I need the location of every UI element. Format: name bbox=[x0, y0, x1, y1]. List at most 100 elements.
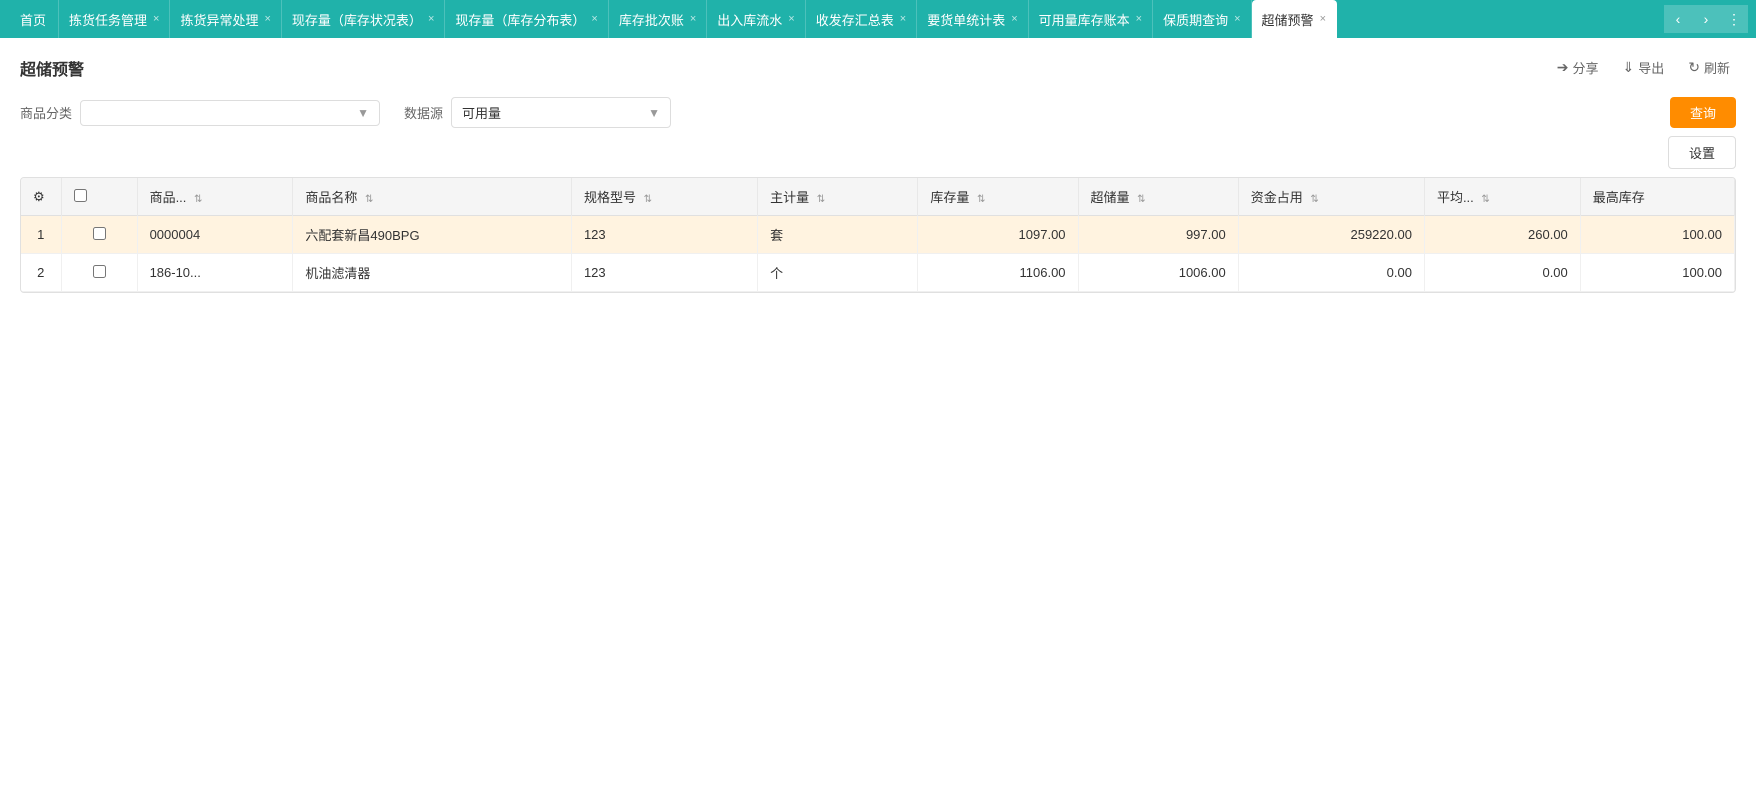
datasource-value: 可用量 bbox=[462, 103, 501, 122]
row-avg-1: 0.00 bbox=[1424, 254, 1580, 292]
row-capital-0: 259220.00 bbox=[1238, 216, 1424, 254]
close-tab-7[interactable]: × bbox=[1011, 13, 1017, 25]
sort-icon-product-name: ⇅ bbox=[365, 194, 373, 205]
row-capital-1: 0.00 bbox=[1238, 254, 1424, 292]
row-num-1: 2 bbox=[21, 254, 61, 292]
nav-tab-0[interactable]: 拣货任务管理 × bbox=[59, 0, 170, 38]
row-num-0: 1 bbox=[21, 216, 61, 254]
row-max-stock-0: 100.00 bbox=[1580, 216, 1734, 254]
category-select[interactable]: ▼ bbox=[80, 100, 380, 126]
nav-tab-9[interactable]: 保质期查询 × bbox=[1153, 0, 1251, 38]
row-avg-0: 260.00 bbox=[1424, 216, 1580, 254]
nav-home[interactable]: 首页 bbox=[8, 0, 59, 38]
page-container: 超储预警 ➔ 分享 ⇓ 导出 ↻ 刷新 商品分类 ▼ bbox=[0, 38, 1756, 800]
table-row: 1 0000004 六配套新昌490BPG 123 套 1097.00 997.… bbox=[21, 216, 1735, 254]
row-unit-1: 个 bbox=[758, 254, 918, 292]
sort-icon-spec: ⇅ bbox=[644, 194, 652, 205]
nav-tab-10[interactable]: 超储预警 × bbox=[1252, 0, 1337, 38]
nav-tab-8[interactable]: 可用量库存账本 × bbox=[1029, 0, 1153, 38]
nav-tab-4[interactable]: 库存批次账 × bbox=[609, 0, 707, 38]
export-button[interactable]: ⇓ 导出 bbox=[1617, 54, 1671, 81]
filter-inputs: 商品分类 ▼ 数据源 可用量 ▼ bbox=[20, 97, 671, 128]
column-gear[interactable]: ⚙ bbox=[21, 178, 61, 216]
sort-icon-capital: ⇅ bbox=[1310, 194, 1318, 205]
column-stock[interactable]: 库存量 ⇅ bbox=[918, 178, 1078, 216]
close-tab-5[interactable]: × bbox=[788, 13, 794, 25]
share-button[interactable]: ➔ 分享 bbox=[1551, 54, 1605, 81]
sort-icon-overstock: ⇅ bbox=[1137, 194, 1145, 205]
category-dropdown-icon: ▼ bbox=[357, 106, 369, 120]
row-product-name-0: 六配套新昌490BPG bbox=[293, 216, 572, 254]
column-unit[interactable]: 主计量 ⇅ bbox=[758, 178, 918, 216]
column-max-stock: 最高库存 bbox=[1580, 178, 1734, 216]
column-avg[interactable]: 平均... ⇅ bbox=[1424, 178, 1580, 216]
query-button[interactable]: 查询 bbox=[1670, 97, 1736, 128]
datasource-dropdown-icon: ▼ bbox=[648, 106, 660, 120]
column-product-code[interactable]: 商品... ⇅ bbox=[137, 178, 293, 216]
row-spec-0: 123 bbox=[571, 216, 757, 254]
row-overstock-1: 1006.00 bbox=[1078, 254, 1238, 292]
column-overstock[interactable]: 超储量 ⇅ bbox=[1078, 178, 1238, 216]
action-buttons: 查询 设置 bbox=[1668, 97, 1736, 169]
row-checkbox-1[interactable] bbox=[61, 254, 137, 292]
nav-prev-button[interactable]: ‹ bbox=[1664, 5, 1692, 33]
row-stock-1: 1106.00 bbox=[918, 254, 1078, 292]
row-product-code-0: 0000004 bbox=[137, 216, 293, 254]
close-tab-8[interactable]: × bbox=[1136, 13, 1142, 25]
sort-icon-unit: ⇅ bbox=[817, 194, 825, 205]
datasource-label: 数据源 bbox=[404, 103, 443, 122]
column-product-name[interactable]: 商品名称 ⇅ bbox=[293, 178, 572, 216]
column-capital[interactable]: 资金占用 ⇅ bbox=[1238, 178, 1424, 216]
row-product-code-1: 186-10... bbox=[137, 254, 293, 292]
header-actions: ➔ 分享 ⇓ 导出 ↻ 刷新 bbox=[1551, 54, 1736, 81]
select-all-checkbox[interactable] bbox=[74, 189, 87, 202]
refresh-button[interactable]: ↻ 刷新 bbox=[1682, 54, 1736, 81]
column-spec[interactable]: 规格型号 ⇅ bbox=[571, 178, 757, 216]
row-product-name-1: 机油滤清器 bbox=[293, 254, 572, 292]
table-header-row: ⚙ 商品... ⇅ 商品名称 ⇅ 规格型号 ⇅ bbox=[21, 178, 1735, 216]
nav-tab-6[interactable]: 收发存汇总表 × bbox=[806, 0, 917, 38]
nav-tab-1[interactable]: 拣货异常处理 × bbox=[170, 0, 281, 38]
column-checkbox bbox=[61, 178, 137, 216]
table-body: 1 0000004 六配套新昌490BPG 123 套 1097.00 997.… bbox=[21, 216, 1735, 292]
close-tab-2[interactable]: × bbox=[428, 13, 434, 25]
close-tab-0[interactable]: × bbox=[153, 13, 159, 25]
refresh-icon: ↻ bbox=[1688, 59, 1700, 76]
settings-button[interactable]: 设置 bbox=[1668, 136, 1736, 169]
table-row: 2 186-10... 机油滤清器 123 个 1106.00 1006.00 … bbox=[21, 254, 1735, 292]
share-icon: ➔ bbox=[1557, 59, 1569, 76]
export-icon: ⇓ bbox=[1623, 59, 1635, 76]
category-label: 商品分类 bbox=[20, 103, 72, 122]
row-max-stock-1: 100.00 bbox=[1580, 254, 1734, 292]
row-spec-1: 123 bbox=[571, 254, 757, 292]
nav-next-button[interactable]: › bbox=[1692, 5, 1720, 33]
datasource-filter-item: 数据源 可用量 ▼ bbox=[404, 97, 671, 128]
row-overstock-0: 997.00 bbox=[1078, 216, 1238, 254]
page-title: 超储预警 bbox=[20, 56, 84, 80]
close-tab-3[interactable]: × bbox=[591, 13, 597, 25]
close-tab-6[interactable]: × bbox=[900, 13, 906, 25]
close-tab-1[interactable]: × bbox=[264, 13, 270, 25]
nav-tab-3[interactable]: 现存量（库存分布表） × bbox=[445, 0, 608, 38]
nav-menu-button[interactable]: ⋮ bbox=[1720, 5, 1748, 33]
row-checkbox-0[interactable] bbox=[61, 216, 137, 254]
close-tab-10[interactable]: × bbox=[1320, 13, 1326, 25]
nav-tab-5[interactable]: 出入库流水 × bbox=[707, 0, 805, 38]
page-header: 超储预警 ➔ 分享 ⇓ 导出 ↻ 刷新 bbox=[20, 54, 1736, 81]
nav-tab-2[interactable]: 现存量（库存状况表） × bbox=[282, 0, 445, 38]
top-navigation: 首页 拣货任务管理 × 拣货异常处理 × 现存量（库存状况表） × 现存量（库存… bbox=[0, 0, 1756, 38]
category-filter-item: 商品分类 ▼ bbox=[20, 100, 380, 126]
row-stock-0: 1097.00 bbox=[918, 216, 1078, 254]
filter-section: 商品分类 ▼ 数据源 可用量 ▼ 查询 设置 bbox=[20, 97, 1736, 169]
data-table-wrapper: ⚙ 商品... ⇅ 商品名称 ⇅ 规格型号 ⇅ bbox=[20, 177, 1736, 293]
data-table: ⚙ 商品... ⇅ 商品名称 ⇅ 规格型号 ⇅ bbox=[21, 178, 1735, 292]
sort-icon-avg: ⇅ bbox=[1481, 194, 1489, 205]
sort-icon-stock: ⇅ bbox=[977, 194, 985, 205]
datasource-select[interactable]: 可用量 ▼ bbox=[451, 97, 671, 128]
sort-icon-product-code: ⇅ bbox=[194, 194, 202, 205]
nav-tab-7[interactable]: 要货单统计表 × bbox=[917, 0, 1028, 38]
row-unit-0: 套 bbox=[758, 216, 918, 254]
nav-arrows: ‹ › ⋮ bbox=[1664, 5, 1748, 33]
close-tab-9[interactable]: × bbox=[1234, 13, 1240, 25]
close-tab-4[interactable]: × bbox=[690, 13, 696, 25]
